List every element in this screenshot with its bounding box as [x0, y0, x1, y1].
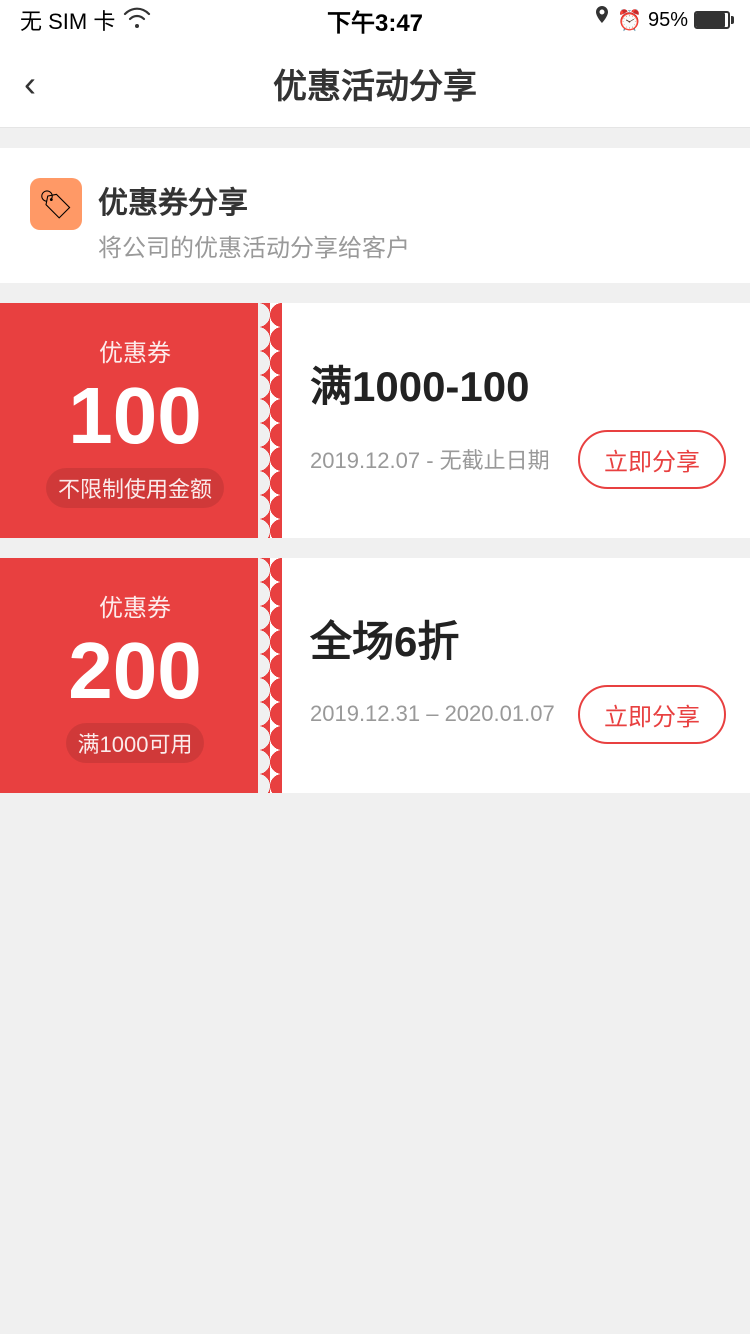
coupon-left-1: 优惠券 100 不限制使用金额: [0, 303, 270, 538]
coupon-amount-2: 200: [68, 631, 201, 711]
coupon-name-2: 全场6折: [310, 608, 726, 669]
coupon-date-1: 2019.12.07 - 无截止日期: [310, 443, 568, 475]
coupon-meta-2: 2019.12.31 – 2020.01.07 立即分享: [310, 685, 726, 744]
status-bar: 无 SIM 卡 下午3:47 ⏰ 95%: [0, 0, 750, 40]
share-button-2[interactable]: 立即分享: [578, 685, 726, 744]
coupon-right-2: 全场6折 2019.12.31 – 2020.01.07 立即分享: [270, 558, 750, 793]
coupon-left-2: 优惠券 200 满1000可用: [0, 558, 270, 793]
carrier-text: 无 SIM 卡: [20, 4, 115, 36]
coupon-list: 优惠券 100 不限制使用金额 满1000-100 2019.12.07 - 无…: [0, 303, 750, 793]
coupon-date-2: 2019.12.31 – 2020.01.07: [310, 701, 568, 727]
status-time: 下午3:47: [327, 3, 423, 38]
section-header: 🏷 优惠券分享 将公司的优惠活动分享给客户: [0, 148, 750, 283]
coupon-card-2: 优惠券 200 满1000可用 全场6折 2019.12.31 – 2020.0…: [0, 558, 750, 793]
coupon-meta-1: 2019.12.07 - 无截止日期 立即分享: [310, 430, 726, 489]
share-button-1[interactable]: 立即分享: [578, 430, 726, 489]
status-left: 无 SIM 卡: [20, 4, 151, 36]
battery-percent: 95%: [648, 9, 688, 32]
back-button[interactable]: ‹: [24, 66, 36, 102]
nav-bar: ‹ 优惠活动分享: [0, 40, 750, 128]
coupon-name-1: 满1000-100: [310, 353, 726, 414]
coupon-amount-1: 100: [68, 376, 201, 456]
section-text: 优惠券分享 将公司的优惠活动分享给客户: [98, 178, 410, 263]
coupon-type-1: 优惠券: [99, 333, 171, 368]
coupon-condition-2: 满1000可用: [66, 723, 205, 763]
battery-icon: [694, 11, 730, 29]
coupon-right-1: 满1000-100 2019.12.07 - 无截止日期 立即分享: [270, 303, 750, 538]
coupon-card-1: 优惠券 100 不限制使用金额 满1000-100 2019.12.07 - 无…: [0, 303, 750, 538]
coupon-type-2: 优惠券: [99, 588, 171, 623]
status-right: ⏰ 95%: [593, 6, 730, 34]
wifi-icon: [123, 6, 151, 34]
bottom-empty-area: [0, 793, 750, 1293]
location-icon: [593, 6, 611, 34]
section-subtitle: 将公司的优惠活动分享给客户: [98, 228, 410, 263]
section-title: 优惠券分享: [98, 178, 410, 222]
nav-title: 优惠活动分享: [273, 59, 477, 108]
alarm-icon: ⏰: [617, 8, 642, 33]
coupon-condition-1: 不限制使用金额: [46, 468, 224, 508]
section-icon: 🏷: [30, 178, 82, 230]
